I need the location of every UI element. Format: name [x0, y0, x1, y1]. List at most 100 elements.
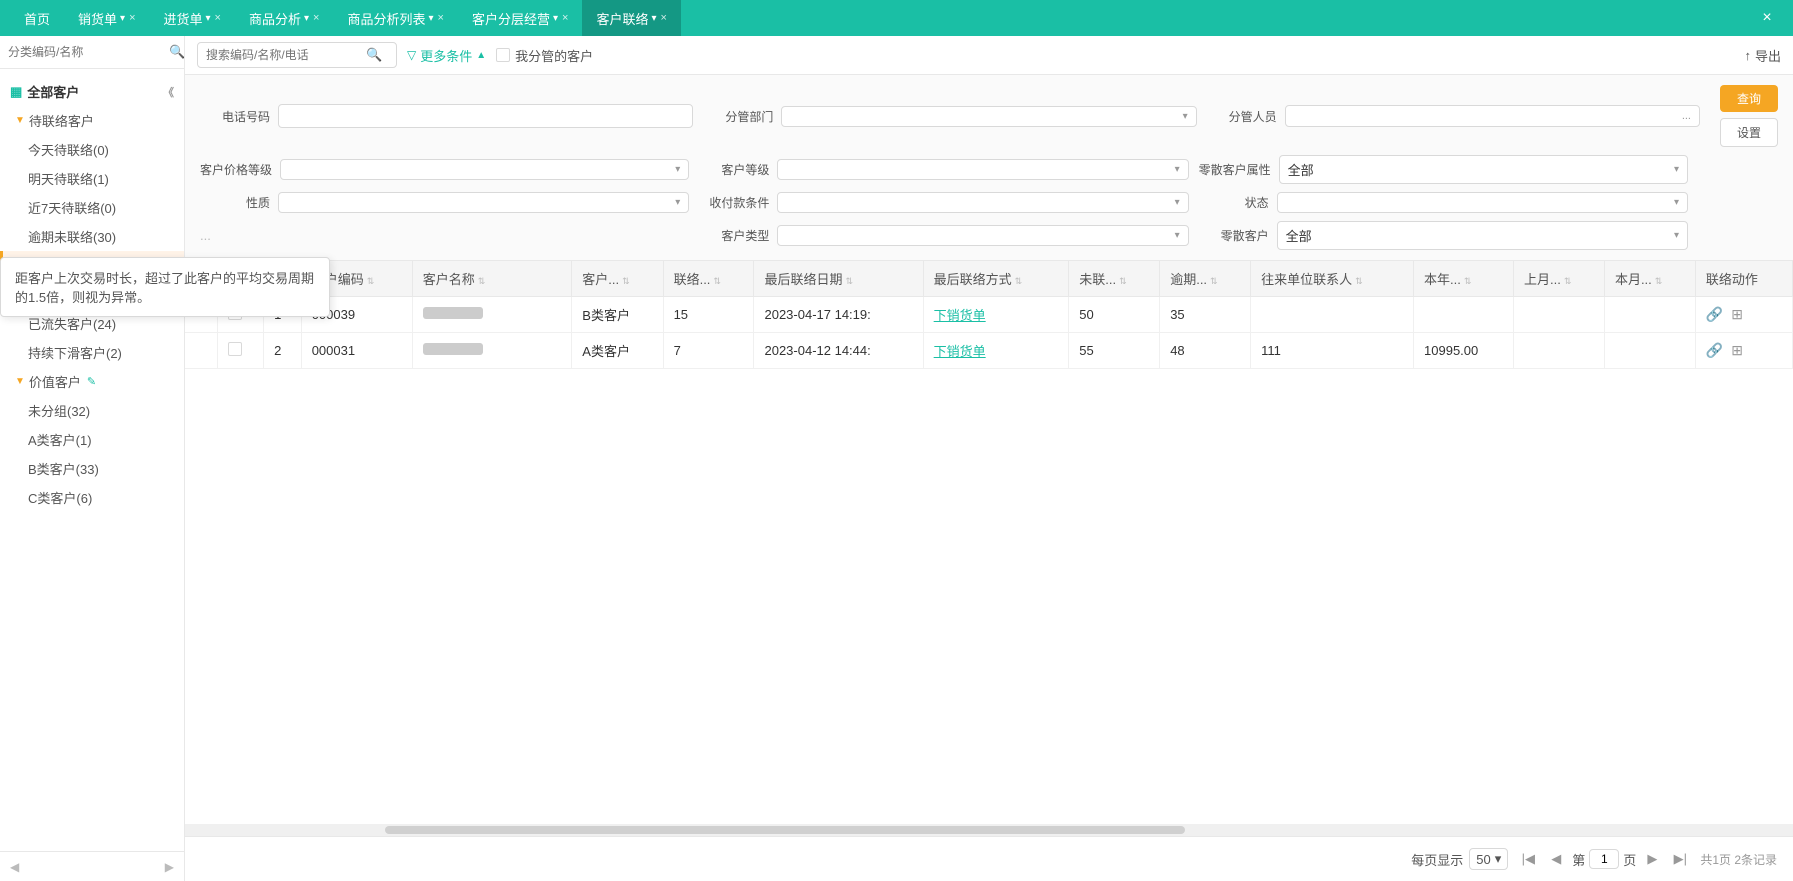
- nav-customer-segmentation[interactable]: 客户分层经营 ▾ ×: [458, 0, 582, 36]
- sidebar-scroll-left[interactable]: ◀: [10, 860, 19, 874]
- customer-type-select[interactable]: ▾: [777, 225, 1188, 246]
- table-this-year-header[interactable]: 本年...⇅: [1414, 261, 1514, 297]
- row2-checkbox[interactable]: [228, 342, 242, 356]
- payment-select[interactable]: ▾: [777, 192, 1188, 213]
- company-sort-icon: ⇅: [1355, 276, 1363, 286]
- more-conditions-btn[interactable]: ▽ 更多条件 ▲: [407, 46, 486, 65]
- sidebar-search-area: 🔍: [0, 36, 184, 69]
- sidebar-all-customers[interactable]: ▦ 全部客户 《: [0, 77, 184, 106]
- row2-link-icon[interactable]: 🔗: [1706, 342, 1723, 359]
- per-page-select[interactable]: 50 ▾: [1469, 848, 1508, 870]
- main-search-icon[interactable]: 🔍: [366, 47, 382, 63]
- window-close-button[interactable]: ×: [1751, 2, 1783, 34]
- filter-row-1: 电话号码 分管部门 ▾ 分管人员 ...: [200, 85, 1778, 147]
- nav-product-analysis-close[interactable]: ×: [313, 12, 319, 24]
- nav-purchase-order[interactable]: 进货单 ▾ ×: [150, 0, 235, 36]
- table-contact-header[interactable]: 联络...⇅: [663, 261, 754, 297]
- prev-page-btn[interactable]: ◀: [1544, 847, 1568, 871]
- row1-last-method[interactable]: 下销货单: [923, 297, 1069, 333]
- sidebar-7day-pending[interactable]: 近7天待联络(0): [0, 193, 184, 222]
- customer-level-select[interactable]: ▾: [777, 159, 1188, 180]
- sidebar-b-class[interactable]: B类客户(33): [0, 454, 184, 483]
- table-last-method-header[interactable]: 最后联络方式⇅: [923, 261, 1069, 297]
- sidebar-a-class[interactable]: A类客户(1): [0, 425, 184, 454]
- nav-sales-order[interactable]: 销货单 ▾ ×: [64, 0, 149, 36]
- nav-right: ×: [1751, 2, 1783, 34]
- table-last-month-header[interactable]: 上月...⇅: [1514, 261, 1605, 297]
- first-page-btn[interactable]: |◀: [1516, 847, 1540, 871]
- scatter-customer-select[interactable]: 全部 ▾: [1277, 221, 1688, 250]
- row2-method-link[interactable]: 下销货单: [934, 344, 986, 359]
- sidebar-ungrouped[interactable]: 未分组(32): [0, 396, 184, 425]
- my-customers-check[interactable]: [496, 48, 510, 62]
- table-name-header[interactable]: 客户名称⇅: [412, 261, 572, 297]
- nav-seg-close[interactable]: ×: [562, 12, 568, 24]
- row2-grid-icon[interactable]: ⊞: [1731, 342, 1743, 359]
- person-select[interactable]: ...: [1285, 105, 1700, 127]
- more-dots-btn[interactable]: ...: [200, 228, 211, 243]
- table-overdue-header[interactable]: 逾期...⇅: [1160, 261, 1251, 297]
- table-this-month-header[interactable]: 本月...⇅: [1604, 261, 1695, 297]
- export-button[interactable]: ↑ 导出: [1744, 46, 1781, 65]
- sidebar-declining-customers[interactable]: 持续下滑客户(2): [0, 338, 184, 367]
- nav-home[interactable]: 首页: [10, 0, 64, 36]
- nav-contact-close[interactable]: ×: [660, 12, 666, 24]
- nav-product-analysis[interactable]: 商品分析 ▾ ×: [235, 0, 333, 36]
- sidebar-search-input[interactable]: [8, 45, 163, 59]
- my-customers-checkbox[interactable]: 我分管的客户: [496, 46, 593, 65]
- table-type-header[interactable]: 客户...⇅: [572, 261, 663, 297]
- pending-arrow-icon: ▼: [15, 115, 25, 126]
- row1-last-date: 2023-04-17 14:19:: [754, 297, 923, 333]
- dept-label: 分管部门: [703, 108, 773, 125]
- per-page-label: 每页显示: [1411, 850, 1463, 869]
- row1-link-icon[interactable]: 🔗: [1706, 306, 1723, 323]
- row2-this-year: 10995.00: [1414, 333, 1514, 369]
- query-button[interactable]: 查询: [1720, 85, 1778, 112]
- sidebar-overdue-pending[interactable]: 逾期未联络(30): [0, 222, 184, 251]
- table-uncontacted-header[interactable]: 未联...⇅: [1069, 261, 1160, 297]
- scatter-attr-select[interactable]: 全部 ▾: [1279, 155, 1688, 184]
- row2-check[interactable]: [217, 333, 264, 369]
- customer-type-label: 客户类型: [699, 227, 769, 244]
- table-last-date-header[interactable]: 最后联络日期⇅: [754, 261, 923, 297]
- page-number-input[interactable]: [1589, 849, 1619, 869]
- row2-uncontacted: 55: [1069, 333, 1160, 369]
- phone-input[interactable]: [278, 104, 693, 128]
- price-level-select[interactable]: ▾: [280, 159, 689, 180]
- scrollbar-thumb[interactable]: [385, 826, 1185, 834]
- status-arrow: ▾: [1674, 197, 1679, 208]
- uncontacted-sort-icon: ⇅: [1119, 276, 1127, 286]
- person-more-icon[interactable]: ...: [1682, 110, 1691, 122]
- nav-purchase-close[interactable]: ×: [215, 12, 221, 24]
- row1-this-year: [1414, 297, 1514, 333]
- last-page-btn[interactable]: ▶|: [1668, 847, 1692, 871]
- sidebar-tomorrow-pending[interactable]: 明天待联络(1): [0, 164, 184, 193]
- sidebar-search-icon[interactable]: 🔍: [169, 44, 185, 60]
- name-sort-icon: ⇅: [478, 276, 486, 286]
- sidebar-today-pending[interactable]: 今天待联络(0): [0, 135, 184, 164]
- sidebar-collapse-btn[interactable]: 《: [163, 84, 174, 100]
- sidebar-value-group[interactable]: ▼ 价值客户 ✎: [0, 367, 184, 396]
- filter-cell-dept: 分管部门 ▾: [703, 106, 1196, 127]
- status-select[interactable]: ▾: [1277, 192, 1688, 213]
- row1-method-link[interactable]: 下销货单: [934, 308, 986, 323]
- row2-last-method[interactable]: 下销货单: [923, 333, 1069, 369]
- nav-product-analysis-list[interactable]: 商品分析列表 ▾ ×: [333, 0, 457, 36]
- nature-select[interactable]: ▾: [278, 192, 689, 213]
- main-search-input[interactable]: [206, 48, 366, 62]
- sidebar-pending-group[interactable]: ▼ 待联络客户: [0, 106, 184, 135]
- sidebar-scroll-right[interactable]: ▶: [165, 860, 174, 874]
- nav-product-list-close[interactable]: ×: [438, 12, 444, 24]
- nav-customer-contact[interactable]: 客户联络 ▾ ×: [582, 0, 680, 36]
- dept-select[interactable]: ▾: [781, 106, 1196, 127]
- person-label: 分管人员: [1207, 108, 1277, 125]
- nav-sales-order-close[interactable]: ×: [129, 12, 135, 24]
- row1-grid-icon[interactable]: ⊞: [1731, 306, 1743, 323]
- main-search-box: 🔍: [197, 42, 397, 68]
- horizontal-scrollbar[interactable]: [185, 824, 1793, 836]
- settings-button[interactable]: 设置: [1720, 118, 1778, 147]
- sidebar-c-class[interactable]: C类客户(6): [0, 483, 184, 512]
- table-company-contact-header[interactable]: 往来单位联系人⇅: [1251, 261, 1414, 297]
- next-page-btn[interactable]: ▶: [1640, 847, 1664, 871]
- edit-icon[interactable]: ✎: [87, 375, 96, 388]
